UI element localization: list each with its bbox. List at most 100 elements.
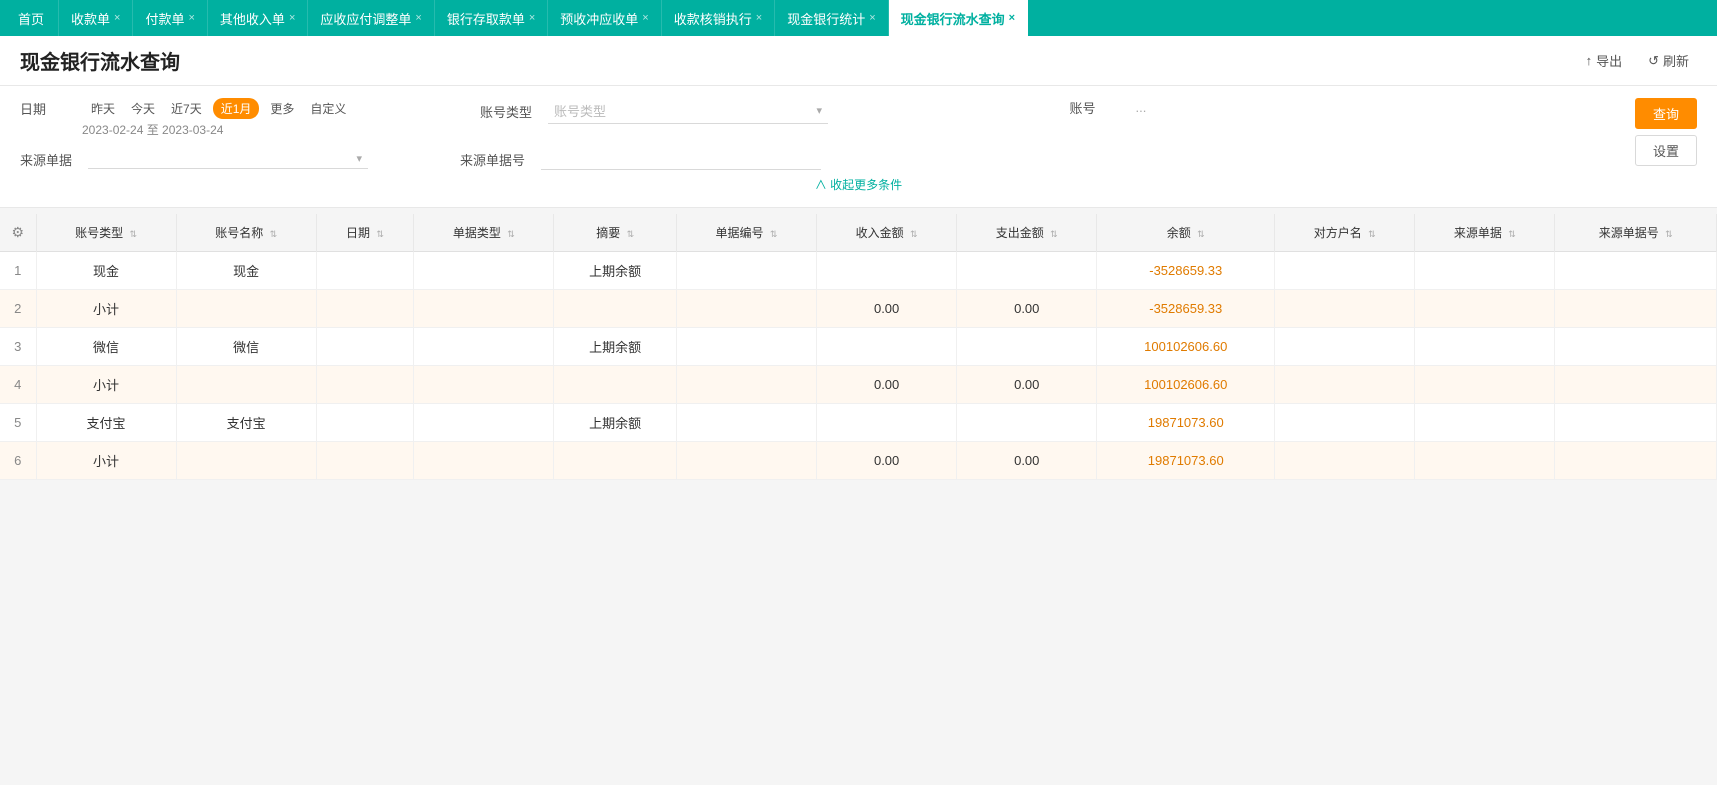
export-button[interactable]: ↑ 导出 bbox=[1578, 47, 1631, 74]
cell-expense: 0.00 bbox=[957, 442, 1097, 480]
cell-income bbox=[817, 404, 957, 442]
account-type-label: 账号类型 bbox=[480, 102, 532, 121]
cell-account_type: 现金 bbox=[36, 252, 176, 290]
th-doc-type: 单据类型 ⇅ bbox=[414, 214, 554, 252]
sort-icon-doc-num[interactable]: ⇅ bbox=[770, 229, 778, 240]
gear-icon[interactable]: ⚙ bbox=[11, 224, 24, 240]
th-date-label: 日期 bbox=[346, 226, 370, 240]
date-range: 2023-02-24 至 2023-03-24 bbox=[82, 123, 223, 137]
cell-source_doc_num bbox=[1555, 366, 1717, 404]
source-doc-num-input[interactable] bbox=[547, 151, 815, 166]
source-doc-num-label: 来源单据号 bbox=[460, 150, 525, 169]
refresh-button[interactable]: ↺ 刷新 bbox=[1640, 47, 1697, 74]
cell-balance: 100102606.60 bbox=[1097, 366, 1275, 404]
cell-expense bbox=[957, 328, 1097, 366]
export-icon: ↑ bbox=[1586, 53, 1593, 68]
sort-icon-account-name[interactable]: ⇅ bbox=[270, 229, 278, 240]
date-label: 日期 bbox=[20, 99, 70, 118]
nav-close-5[interactable]: × bbox=[642, 12, 648, 24]
sort-icon-doc-type[interactable]: ⇅ bbox=[507, 229, 515, 240]
sort-icon-source-doc-num[interactable]: ⇅ bbox=[1665, 229, 1673, 240]
nav-close-4[interactable]: × bbox=[529, 12, 535, 24]
account-type-select[interactable]: 账号类型 ▾ bbox=[548, 98, 828, 124]
cell-counterpart bbox=[1275, 328, 1415, 366]
cell-num: 1 bbox=[0, 252, 36, 290]
table-row[interactable]: 5支付宝支付宝上期余额19871073.60 bbox=[0, 404, 1717, 442]
nav-tab-6[interactable]: 收款核销执行 × bbox=[662, 0, 775, 36]
cell-counterpart bbox=[1275, 442, 1415, 480]
settings-button[interactable]: 设置 bbox=[1635, 135, 1697, 166]
table-body: 1现金现金上期余额-3528659.332小计0.000.00-3528659.… bbox=[0, 252, 1717, 480]
date-btn-7days[interactable]: 近7天 bbox=[166, 98, 207, 119]
nav-tab-4[interactable]: 银行存取款单 × bbox=[435, 0, 548, 36]
sort-icon-income[interactable]: ⇅ bbox=[910, 229, 918, 240]
th-expense: 支出金额 ⇅ bbox=[957, 214, 1097, 252]
nav-close-7[interactable]: × bbox=[869, 12, 875, 24]
nav-tab-5[interactable]: 预收冲应收单 × bbox=[548, 0, 661, 36]
nav-close-1[interactable]: × bbox=[188, 12, 194, 24]
nav-tab-2[interactable]: 其他收入单 × bbox=[208, 0, 308, 36]
date-btn-custom[interactable]: 自定义 bbox=[305, 98, 351, 119]
sort-icon-summary[interactable]: ⇅ bbox=[627, 229, 635, 240]
th-doc-num: 单据编号 ⇅ bbox=[676, 214, 816, 252]
cell-account_name: 微信 bbox=[176, 328, 316, 366]
cell-source_doc bbox=[1415, 290, 1555, 328]
collapse-up-icon: ∧ bbox=[815, 178, 830, 192]
cell-summary: 上期余额 bbox=[554, 328, 677, 366]
date-btn-more[interactable]: 更多 bbox=[265, 98, 299, 119]
date-shortcuts: 昨天 今天 近7天 近1月 更多 自定义 bbox=[86, 98, 351, 119]
cell-account_name bbox=[176, 366, 316, 404]
cell-balance: 19871073.60 bbox=[1097, 404, 1275, 442]
cell-account_type: 小计 bbox=[36, 442, 176, 480]
cell-date bbox=[316, 366, 414, 404]
collapse-bar[interactable]: ∧ 收起更多条件 bbox=[20, 170, 1697, 199]
cell-counterpart bbox=[1275, 366, 1415, 404]
account-type-arrow-icon: ▾ bbox=[816, 104, 822, 117]
sort-icon-source-doc[interactable]: ⇅ bbox=[1508, 229, 1516, 240]
cell-income: 0.00 bbox=[817, 366, 957, 404]
sort-icon-balance[interactable]: ⇅ bbox=[1197, 229, 1205, 240]
table-row[interactable]: 1现金现金上期余额-3528659.33 bbox=[0, 252, 1717, 290]
th-gear: ⚙ bbox=[0, 214, 36, 252]
nav-tab-8[interactable]: 现金银行流水查询 × bbox=[889, 0, 1028, 36]
account-dots[interactable]: ... bbox=[1136, 100, 1147, 115]
sort-icon-account-type[interactable]: ⇅ bbox=[129, 229, 137, 240]
sort-icon-expense[interactable]: ⇅ bbox=[1050, 229, 1058, 240]
cell-source_doc_num bbox=[1555, 290, 1717, 328]
th-source-doc-num-label: 来源单据号 bbox=[1599, 226, 1659, 240]
sort-icon-counterpart[interactable]: ⇅ bbox=[1368, 229, 1376, 240]
nav-close-8[interactable]: × bbox=[1009, 12, 1015, 24]
nav-close-3[interactable]: × bbox=[415, 12, 421, 24]
th-counterpart-label: 对方户名 bbox=[1314, 226, 1362, 240]
cell-account_type: 微信 bbox=[36, 328, 176, 366]
th-income-label: 收入金额 bbox=[856, 226, 904, 240]
query-button[interactable]: 查询 bbox=[1635, 98, 1697, 129]
nav-close-6[interactable]: × bbox=[756, 12, 762, 24]
cell-counterpart bbox=[1275, 404, 1415, 442]
date-btn-today[interactable]: 今天 bbox=[126, 98, 160, 119]
cell-num: 2 bbox=[0, 290, 36, 328]
date-btn-yesterday[interactable]: 昨天 bbox=[86, 98, 120, 119]
nav-close-0[interactable]: × bbox=[114, 12, 120, 24]
th-balance-label: 余额 bbox=[1167, 226, 1191, 240]
table-row[interactable]: 2小计0.000.00-3528659.33 bbox=[0, 290, 1717, 328]
date-btn-1month[interactable]: 近1月 bbox=[213, 98, 260, 119]
nav-tab-1[interactable]: 付款单 × bbox=[133, 0, 207, 36]
cell-expense bbox=[957, 252, 1097, 290]
nav-tab-7[interactable]: 现金银行统计 × bbox=[775, 0, 888, 36]
table-row[interactable]: 3微信微信上期余额100102606.60 bbox=[0, 328, 1717, 366]
nav-tab-3[interactable]: 应收应付调整单 × bbox=[308, 0, 434, 36]
nav-home[interactable]: 首页 bbox=[4, 0, 59, 36]
th-summary-label: 摘要 bbox=[596, 226, 620, 240]
table-row[interactable]: 4小计0.000.00100102606.60 bbox=[0, 366, 1717, 404]
sort-icon-date[interactable]: ⇅ bbox=[376, 229, 384, 240]
nav-close-2[interactable]: × bbox=[289, 12, 295, 24]
source-doc-select[interactable]: ▾ bbox=[88, 149, 368, 169]
nav-tab-0[interactable]: 收款单 × bbox=[59, 0, 133, 36]
cell-counterpart bbox=[1275, 252, 1415, 290]
cell-doc_num bbox=[676, 404, 816, 442]
cell-balance: -3528659.33 bbox=[1097, 252, 1275, 290]
cell-doc_type bbox=[414, 366, 554, 404]
table-row[interactable]: 6小计0.000.0019871073.60 bbox=[0, 442, 1717, 480]
cell-doc_type bbox=[414, 328, 554, 366]
